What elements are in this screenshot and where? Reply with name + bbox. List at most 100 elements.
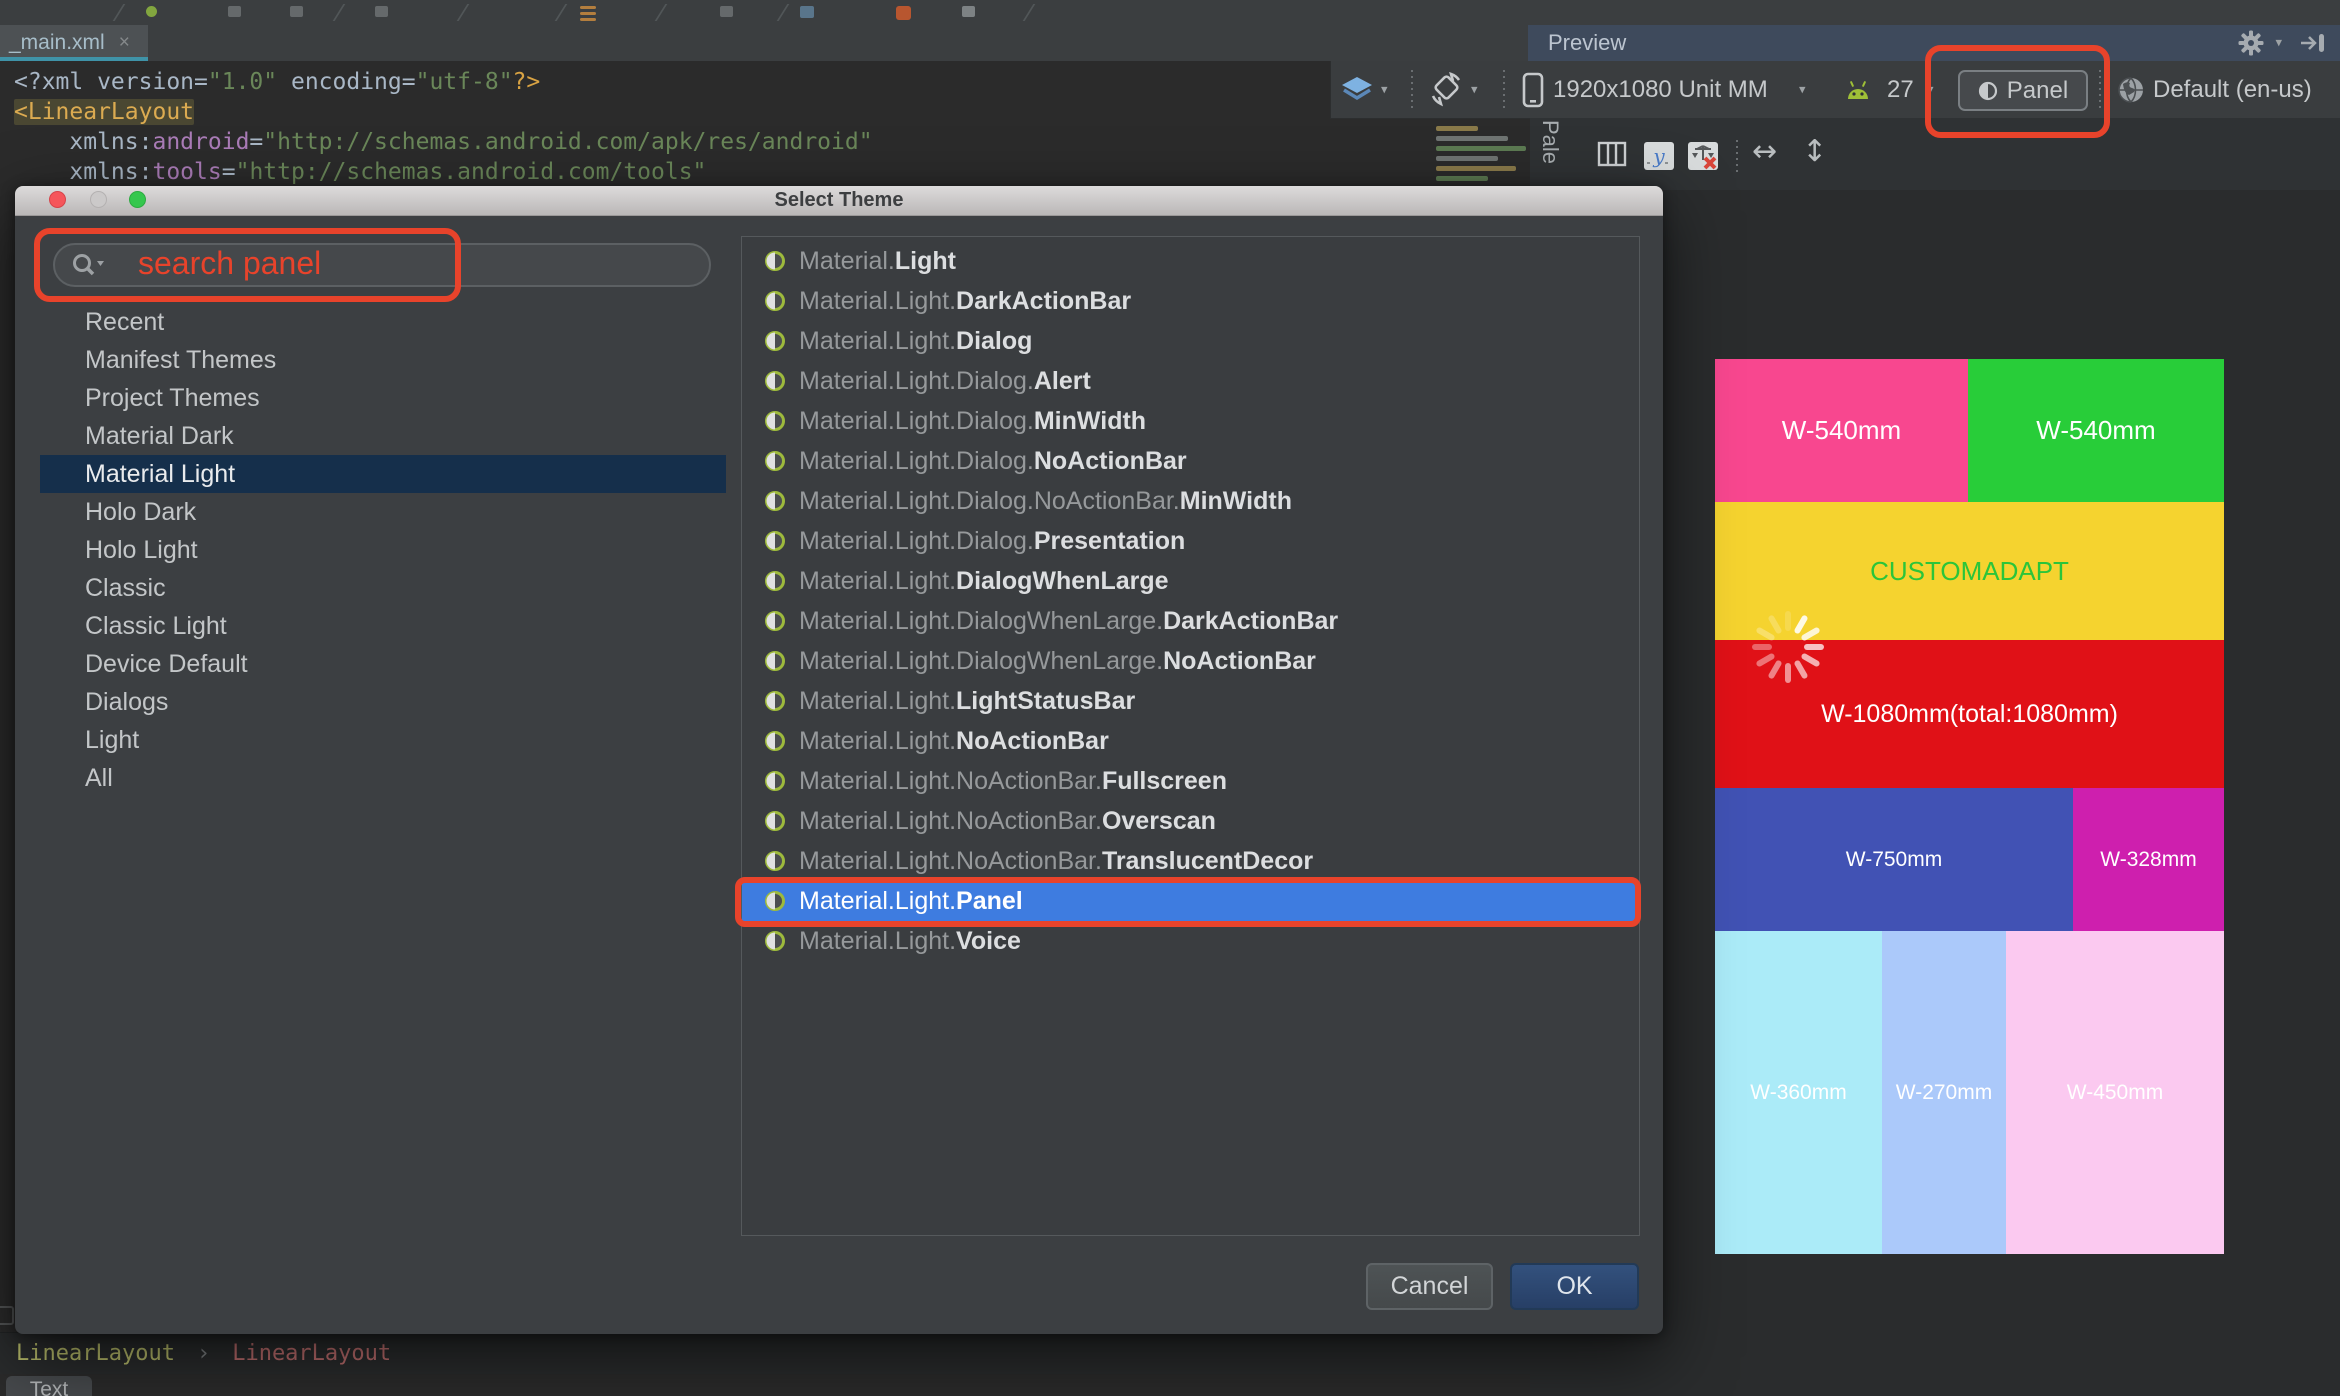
theme-item-material.light.dialog.noactionbar[interactable]: Material.Light.Dialog.NoActionBar	[742, 441, 1639, 481]
breadcrumb: LinearLayout › LinearLayout	[0, 1332, 1530, 1374]
gear-icon[interactable]	[2238, 30, 2264, 56]
theme-item-material.light[interactable]: Material.Light	[742, 241, 1639, 281]
theme-item-material.light.voice[interactable]: Material.Light.Voice	[742, 921, 1639, 961]
api-level-value[interactable]: 27	[1887, 76, 1914, 104]
device-phone-icon[interactable]	[1521, 72, 1545, 108]
category-item-classic[interactable]: Classic	[40, 569, 726, 607]
preview-block: W-750mm	[1715, 788, 2073, 931]
category-item-recent[interactable]: Recent	[40, 303, 726, 341]
theme-name: MinWidth	[1180, 487, 1292, 516]
preview-block: W-360mm	[1715, 931, 1882, 1254]
theme-item-material.light.dialog.alert[interactable]: Material.Light.Dialog.Alert	[742, 361, 1639, 401]
android-studio-window: _main.xml × Preview ▾ <?xml version="1.0…	[0, 0, 2340, 1396]
theme-prefix: Material.Light.NoActionBar.	[799, 807, 1102, 836]
breadcrumb-item[interactable]: LinearLayout	[232, 1341, 391, 1366]
theme-name: NoActionBar	[956, 727, 1109, 756]
preview-block: W-540mm	[1715, 359, 1968, 502]
toolbar-fragment-icon	[800, 6, 814, 18]
hide-panel-icon[interactable]	[2300, 33, 2326, 53]
theme-icon	[764, 490, 786, 512]
android-api-icon[interactable]	[1843, 79, 1873, 101]
theme-list: Material.LightMaterial.Light.DarkActionB…	[741, 236, 1640, 1236]
code-line: <?xml version="1.0" encoding="utf-8"?>	[14, 67, 873, 97]
toolbar-fragment-icon	[580, 6, 596, 9]
theme-item-material.light.dialog.minwidth[interactable]: Material.Light.Dialog.MinWidth	[742, 401, 1639, 441]
palette-side-tab[interactable]: Pale	[1532, 120, 1568, 184]
code-line: xmlns:android="http://schemas.android.co…	[14, 127, 873, 157]
theme-prefix: Material.Light.Dialog.NoActionBar.	[799, 487, 1180, 516]
category-item-device-default[interactable]: Device Default	[40, 645, 726, 683]
theme-prefix: Material.Light.Dialog.	[799, 367, 1034, 396]
select-theme-dialog: Select Theme RecentManifest ThemesProjec…	[15, 186, 1663, 1334]
editor-tab-bar: _main.xml ×	[0, 25, 1528, 61]
tab-main-xml[interactable]: _main.xml ×	[0, 25, 148, 61]
variables-icon[interactable]: y	[1643, 141, 1675, 171]
chevron-down-icon[interactable]: ▾	[2275, 36, 2282, 51]
theme-name: Dialog	[956, 327, 1032, 356]
ok-button[interactable]: OK	[1510, 1263, 1639, 1310]
chevron-down-icon[interactable]: ▾	[1471, 82, 1478, 97]
annotation-search-label: search panel	[138, 245, 321, 282]
constraints-off-icon[interactable]	[1687, 141, 1719, 171]
cancel-button[interactable]: Cancel	[1366, 1263, 1493, 1310]
match-height-icon[interactable]: ↕	[1802, 134, 1827, 169]
theme-item-material.light.noactionbar[interactable]: Material.Light.NoActionBar	[742, 721, 1639, 761]
toolbar-fragment-icon	[962, 6, 975, 17]
divider	[1023, 4, 1036, 21]
theme-item-material.light.noactionbar.translucentdecor[interactable]: Material.Light.NoActionBar.TranslucentDe…	[742, 841, 1639, 881]
theme-item-material.light.dialog[interactable]: Material.Light.Dialog	[742, 321, 1639, 361]
code-line: <LinearLayout	[14, 97, 873, 127]
theme-icon	[764, 730, 786, 752]
theme-item-material.light.dialog.noactionbar.minwidth[interactable]: Material.Light.Dialog.NoActionBar.MinWid…	[742, 481, 1639, 521]
locale-globe-icon[interactable]	[2117, 76, 2145, 104]
category-item-holo-dark[interactable]: Holo Dark	[40, 493, 726, 531]
category-item-project-themes[interactable]: Project Themes	[40, 379, 726, 417]
layers-icon[interactable]	[1339, 75, 1375, 105]
columns-layout-icon[interactable]	[1597, 141, 1627, 167]
category-item-material-dark[interactable]: Material Dark	[40, 417, 726, 455]
theme-icon	[764, 810, 786, 832]
breadcrumb-separator: ›	[197, 1341, 210, 1366]
chevron-down-icon[interactable]: ▾	[1799, 82, 1806, 97]
annotation-panel-button	[1925, 45, 2110, 138]
match-width-icon[interactable]: ↔	[1752, 134, 1777, 169]
theme-item-material.light.dialogwhenlarge[interactable]: Material.Light.DialogWhenLarge	[742, 561, 1639, 601]
theme-item-material.light.noactionbar.fullscreen[interactable]: Material.Light.NoActionBar.Fullscreen	[742, 761, 1639, 801]
theme-name: TranslucentDecor	[1102, 847, 1313, 876]
category-item-classic-light[interactable]: Classic Light	[40, 607, 726, 645]
theme-item-material.light.noactionbar.overscan[interactable]: Material.Light.NoActionBar.Overscan	[742, 801, 1639, 841]
theme-item-material.light.dialogwhenlarge.noactionbar[interactable]: Material.Light.DialogWhenLarge.NoActionB…	[742, 641, 1639, 681]
separator	[1503, 70, 1505, 110]
dialog-title: Select Theme	[15, 186, 1663, 215]
breadcrumb-item[interactable]: LinearLayout	[16, 1341, 175, 1366]
category-item-manifest-themes[interactable]: Manifest Themes	[40, 341, 726, 379]
category-item-holo-light[interactable]: Holo Light	[40, 531, 726, 569]
divider	[113, 4, 126, 21]
theme-name: Overscan	[1102, 807, 1216, 836]
close-icon[interactable]: ×	[119, 32, 130, 54]
category-item-all[interactable]: All	[40, 759, 726, 797]
theme-name: DialogWhenLarge	[956, 567, 1169, 596]
theme-icon	[764, 250, 786, 272]
device-config-value[interactable]: 1920x1080 Unit MM	[1553, 76, 1768, 104]
theme-item-material.light.dialog.presentation[interactable]: Material.Light.Dialog.Presentation	[742, 521, 1639, 561]
theme-item-material.light.dialogwhenlarge.darkactionbar[interactable]: Material.Light.DialogWhenLarge.DarkActio…	[742, 601, 1639, 641]
theme-prefix: Material.Light.	[799, 567, 956, 596]
theme-item-material.light.lightstatusbar[interactable]: Material.Light.LightStatusBar	[742, 681, 1639, 721]
separator	[1411, 70, 1413, 110]
category-item-light[interactable]: Light	[40, 721, 726, 759]
category-item-dialogs[interactable]: Dialogs	[40, 683, 726, 721]
category-item-material-light[interactable]: Material Light	[40, 455, 726, 493]
theme-prefix: Material.Light.NoActionBar.	[799, 847, 1102, 876]
preview-title: Preview	[1548, 30, 1626, 56]
theme-item-material.light.darkactionbar[interactable]: Material.Light.DarkActionBar	[742, 281, 1639, 321]
locale-value[interactable]: Default (en-us)	[2153, 76, 2312, 104]
theme-name: Voice	[956, 927, 1021, 956]
theme-category-list: RecentManifest ThemesProject ThemesMater…	[40, 303, 726, 797]
theme-icon	[764, 370, 786, 392]
chevron-down-icon[interactable]: ▾	[1381, 82, 1388, 97]
gutter-icon	[0, 1306, 14, 1325]
tab-text-mode[interactable]: Text	[6, 1376, 92, 1396]
orientation-icon[interactable]	[1425, 72, 1467, 108]
theme-icon	[764, 930, 786, 952]
